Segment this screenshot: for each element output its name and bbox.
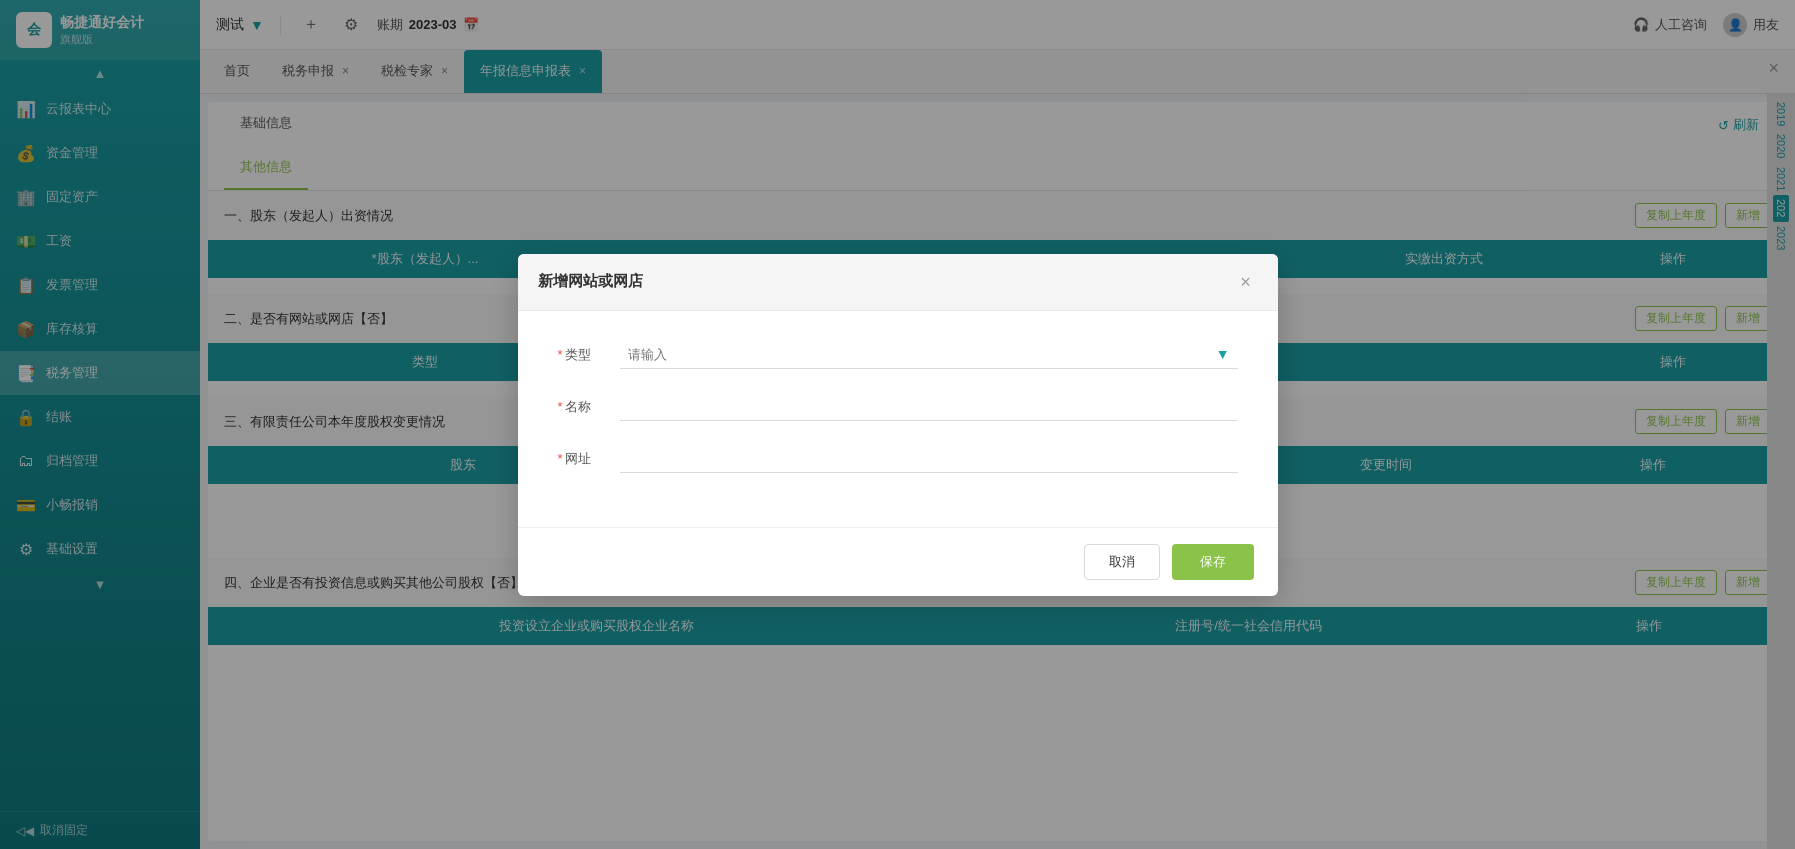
form-group-url: * 网址 <box>558 445 1238 473</box>
modal-header: 新增网站或网店 × <box>518 254 1278 311</box>
modal-footer: 取消 保存 <box>518 527 1278 596</box>
name-input[interactable] <box>620 393 1238 421</box>
modal-body: * 类型 ▼ * 名称 <box>518 311 1278 527</box>
form-row-type: * 类型 ▼ <box>558 341 1238 369</box>
modal-close-button[interactable]: × <box>1234 270 1258 294</box>
type-label: * 类型 <box>558 346 608 364</box>
url-input[interactable] <box>620 445 1238 473</box>
type-required-mark: * <box>558 347 563 362</box>
form-row-name: * 名称 <box>558 393 1238 421</box>
modal-title: 新增网站或网店 <box>538 272 643 291</box>
modal-overlay[interactable]: 新增网站或网店 × * 类型 ▼ <box>0 0 1795 849</box>
form-row-url: * 网址 <box>558 445 1238 473</box>
form-group-type: * 类型 ▼ <box>558 341 1238 369</box>
name-required-mark: * <box>558 399 563 414</box>
type-input[interactable] <box>620 341 1238 368</box>
type-select-wrapper: ▼ <box>620 341 1238 369</box>
add-website-modal: 新增网站或网店 × * 类型 ▼ <box>518 254 1278 596</box>
name-label: * 名称 <box>558 398 608 416</box>
save-button[interactable]: 保存 <box>1172 544 1254 580</box>
cancel-button[interactable]: 取消 <box>1084 544 1160 580</box>
form-group-name: * 名称 <box>558 393 1238 421</box>
url-label: * 网址 <box>558 450 608 468</box>
url-required-mark: * <box>558 451 563 466</box>
